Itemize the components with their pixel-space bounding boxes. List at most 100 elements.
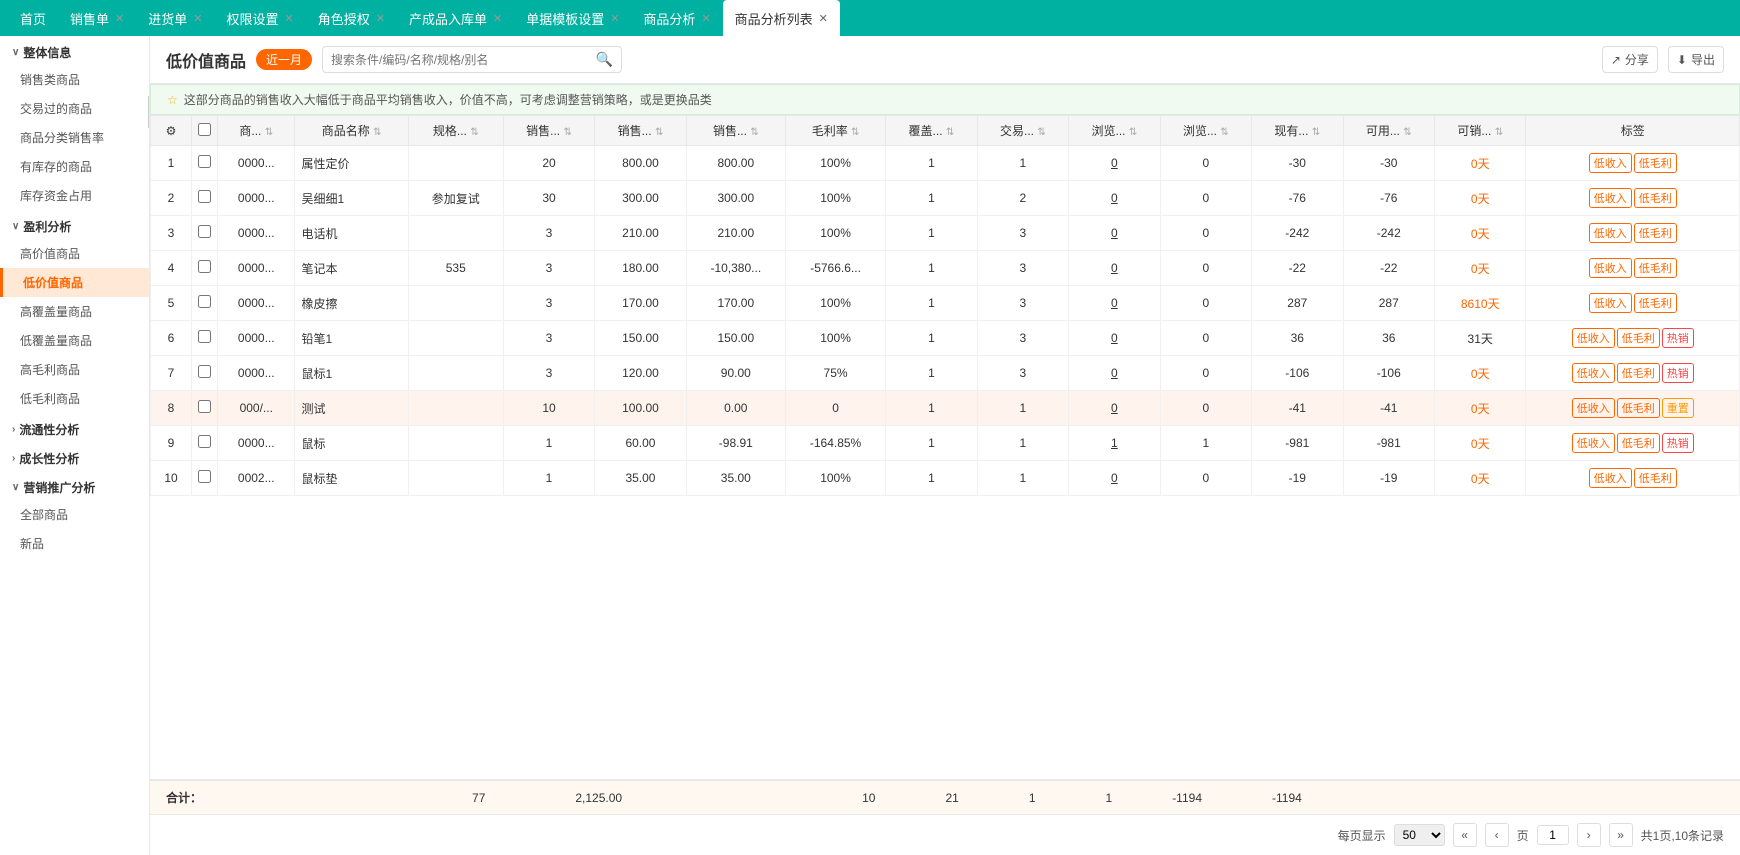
- cell-checkbox[interactable]: [192, 426, 218, 461]
- sidebar-group-growth-title[interactable]: › 成长性分析: [0, 442, 149, 471]
- cell-name[interactable]: 鼠标: [295, 426, 408, 461]
- row-checkbox[interactable]: [198, 330, 211, 343]
- col-gross[interactable]: 毛利率 ⇅: [785, 116, 885, 146]
- search-input[interactable]: [331, 53, 592, 67]
- nav-item-product-storage[interactable]: 产成品入库单 ✕: [397, 0, 514, 36]
- last-page-btn[interactable]: »: [1609, 823, 1633, 847]
- browse1-link[interactable]: 0: [1111, 261, 1118, 275]
- cell-checkbox[interactable]: [192, 216, 218, 251]
- sidebar-item-all-products[interactable]: 全部商品: [0, 500, 149, 529]
- cell-browse1[interactable]: 0: [1069, 216, 1160, 251]
- cell-name[interactable]: 电话机: [295, 216, 408, 251]
- sidebar-item-low-margin[interactable]: 低毛利商品: [0, 384, 149, 413]
- nav-item-product-analysis[interactable]: 商品分析 ✕: [631, 0, 722, 36]
- col-name[interactable]: 商品名称 ⇅: [295, 116, 408, 146]
- cell-browse1[interactable]: 0: [1069, 461, 1160, 496]
- col-trade[interactable]: 交易... ⇅: [977, 116, 1068, 146]
- nav-item-purchase[interactable]: 进货单 ✕: [136, 0, 214, 36]
- cell-browse1[interactable]: 0: [1069, 181, 1160, 216]
- cell-name[interactable]: 测试: [295, 391, 408, 426]
- col-cover[interactable]: 覆盖... ⇅: [886, 116, 977, 146]
- cell-browse1[interactable]: 0: [1069, 356, 1160, 391]
- col-browse1[interactable]: 浏览... ⇅: [1069, 116, 1160, 146]
- sidebar-item-new-products[interactable]: 新品: [0, 529, 149, 558]
- row-checkbox[interactable]: [198, 225, 211, 238]
- sidebar-item-stock-capital[interactable]: 库存资金占用: [0, 181, 149, 210]
- nav-item-template[interactable]: 单据模板设置 ✕: [514, 0, 631, 36]
- export-button[interactable]: ⬇ 导出: [1668, 46, 1724, 73]
- browse1-link[interactable]: 0: [1111, 331, 1118, 345]
- cell-name[interactable]: 鼠标垫: [295, 461, 408, 496]
- row-checkbox[interactable]: [198, 190, 211, 203]
- filter-recent-month[interactable]: 近一月: [256, 49, 312, 70]
- cell-browse1[interactable]: 1: [1069, 426, 1160, 461]
- nav-item-role[interactable]: 角色授权 ✕: [306, 0, 397, 36]
- cell-name[interactable]: 笔记本: [295, 251, 408, 286]
- browse1-link[interactable]: 0: [1111, 296, 1118, 310]
- browse1-link[interactable]: 1: [1111, 436, 1118, 450]
- col-current[interactable]: 现有... ⇅: [1252, 116, 1343, 146]
- sidebar-group-profit-title[interactable]: ∨ 盈利分析: [0, 210, 149, 239]
- cell-name[interactable]: 橡皮擦: [295, 286, 408, 321]
- browse1-link[interactable]: 0: [1111, 191, 1118, 205]
- cell-browse1[interactable]: 0: [1069, 251, 1160, 286]
- cell-name[interactable]: 属性定价: [295, 146, 408, 181]
- nav-item-sales[interactable]: 销售单 ✕: [58, 0, 136, 36]
- share-button[interactable]: ↗ 分享: [1602, 46, 1658, 73]
- cell-checkbox[interactable]: [192, 391, 218, 426]
- sidebar-item-low-coverage[interactable]: 低覆盖量商品: [0, 326, 149, 355]
- cell-checkbox[interactable]: [192, 286, 218, 321]
- cell-name[interactable]: 鼠标1: [295, 356, 408, 391]
- cell-browse1[interactable]: 0: [1069, 286, 1160, 321]
- cell-browse1[interactable]: 0: [1069, 391, 1160, 426]
- col-settings[interactable]: ⚙: [151, 116, 192, 146]
- next-page-btn[interactable]: ›: [1577, 823, 1601, 847]
- cell-checkbox[interactable]: [192, 461, 218, 496]
- page-number-input[interactable]: [1537, 825, 1569, 845]
- sidebar-group-overall-title[interactable]: ∨ 整体信息: [0, 36, 149, 65]
- row-checkbox[interactable]: [198, 435, 211, 448]
- sidebar-item-high-margin[interactable]: 高毛利商品: [0, 355, 149, 384]
- cell-checkbox[interactable]: [192, 321, 218, 356]
- prev-page-btn[interactable]: ‹: [1485, 823, 1509, 847]
- col-spec[interactable]: 规格... ⇅: [408, 116, 503, 146]
- col-s1[interactable]: 销售... ⇅: [503, 116, 594, 146]
- col-s2[interactable]: 销售... ⇅: [595, 116, 686, 146]
- cell-name[interactable]: 吴细细1: [295, 181, 408, 216]
- browse1-link[interactable]: 0: [1111, 366, 1118, 380]
- nav-item-analysis-list[interactable]: 商品分析列表 ✕: [723, 0, 840, 36]
- row-checkbox[interactable]: [198, 365, 211, 378]
- select-all-checkbox[interactable]: [198, 123, 211, 136]
- cell-checkbox[interactable]: [192, 146, 218, 181]
- sidebar-item-high-coverage[interactable]: 高覆盖量商品: [0, 297, 149, 326]
- sidebar-item-traded-products[interactable]: 交易过的商品: [0, 94, 149, 123]
- sidebar-item-sales-products[interactable]: 销售类商品: [0, 65, 149, 94]
- browse1-link[interactable]: 0: [1111, 226, 1118, 240]
- cell-name[interactable]: 铅笔1: [295, 321, 408, 356]
- sidebar-item-stock-products[interactable]: 有库存的商品: [0, 152, 149, 181]
- row-checkbox[interactable]: [198, 155, 211, 168]
- sidebar-group-circulation-title[interactable]: › 流通性分析: [0, 413, 149, 442]
- cell-checkbox[interactable]: [192, 356, 218, 391]
- row-checkbox[interactable]: [198, 260, 211, 273]
- browse1-link[interactable]: 0: [1111, 156, 1118, 170]
- sidebar-group-marketing-title[interactable]: ∨ 营销推广分析: [0, 471, 149, 500]
- row-checkbox[interactable]: [198, 400, 211, 413]
- cell-checkbox[interactable]: [192, 251, 218, 286]
- col-code[interactable]: 商... ⇅: [218, 116, 295, 146]
- first-page-btn[interactable]: «: [1453, 823, 1477, 847]
- sidebar-item-category-sales-rate[interactable]: 商品分类销售率: [0, 123, 149, 152]
- col-s3[interactable]: 销售... ⇅: [686, 116, 785, 146]
- row-checkbox[interactable]: [198, 470, 211, 483]
- col-browse2[interactable]: 浏览... ⇅: [1160, 116, 1251, 146]
- search-icon[interactable]: 🔍: [596, 51, 613, 68]
- sidebar-item-low-value[interactable]: 低价值商品: [0, 268, 149, 297]
- browse1-link[interactable]: 0: [1111, 401, 1118, 415]
- sidebar-item-high-value[interactable]: 高价值商品: [0, 239, 149, 268]
- row-checkbox[interactable]: [198, 295, 211, 308]
- cell-browse1[interactable]: 0: [1069, 146, 1160, 181]
- browse1-link[interactable]: 0: [1111, 471, 1118, 485]
- col-saleable[interactable]: 可销... ⇅: [1435, 116, 1526, 146]
- nav-item-permission[interactable]: 权限设置 ✕: [214, 0, 305, 36]
- per-page-select[interactable]: 50 20 100: [1394, 824, 1445, 846]
